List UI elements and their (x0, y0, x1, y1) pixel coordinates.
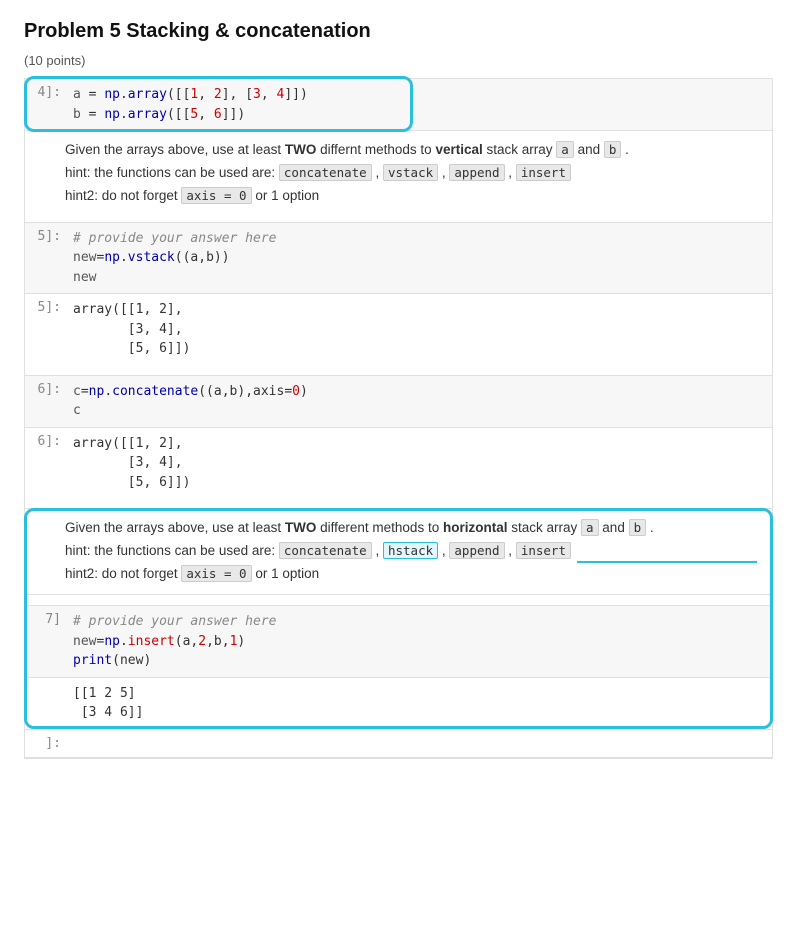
cell7-comment: # provide your answer here (73, 612, 764, 632)
text-block-2-wrapper: Given the arrays above, use at least TWO… (24, 508, 773, 728)
cell5a-line3: new (73, 268, 764, 288)
cell5b-output-text: array([[1, 2], [3, 4], [5, 6]]) (73, 300, 764, 359)
cell5a-comment: # provide your answer here (73, 229, 764, 249)
text1-line1: Given the arrays above, use at least TWO… (65, 139, 772, 162)
last-border (24, 758, 773, 759)
cell7-input: 7] # provide your answer here new=np.ins… (24, 605, 773, 677)
page-container: Problem 5 Stacking & concatenation (10 p… (24, 20, 773, 759)
text-block-2: Given the arrays above, use at least TWO… (24, 508, 773, 595)
cell5b-label: 5]: (25, 294, 65, 365)
cell5a-label: 5]: (25, 223, 65, 294)
gap1 (24, 212, 773, 222)
text2-line1: Given the arrays above, use at least TWO… (65, 517, 764, 540)
cell4-line1: a = np.array([[1, 2], [3, 4]]) (73, 85, 764, 105)
text-block-1: Given the arrays above, use at least TWO… (24, 130, 773, 212)
cell7-line2: new=np.insert(a,2,b,1) (73, 632, 764, 652)
cell4-label: 4]: (25, 79, 65, 130)
text2-hint1: hint: the functions can be used are: con… (65, 540, 764, 563)
cell7-output-label (25, 678, 65, 729)
cell6b-content: array([[1, 2], [3, 4], [5, 6]]) (65, 428, 772, 499)
cell4-input: 4]: a = np.array([[1, 2], [3, 4]]) b = n… (24, 78, 773, 130)
cell5b-content: array([[1, 2], [3, 4], [5, 6]]) (65, 294, 772, 365)
cell7-content: # provide your answer here new=np.insert… (65, 606, 772, 677)
cell8-label: ]: (25, 730, 65, 757)
gap4 (24, 595, 773, 605)
cell6b-output-text: array([[1, 2], [3, 4], [5, 6]]) (73, 434, 764, 493)
text1-hint2: hint2: do not forget axis = 0 or 1 optio… (65, 185, 772, 208)
cell4-line2: b = np.array([[5, 6]]) (73, 105, 764, 125)
cell7-output: [[1 2 5] [3 4 6]] (24, 677, 773, 729)
cell7-label: 7] (25, 606, 65, 677)
cell5a-input: 5]: # provide your answer here new=np.vs… (24, 222, 773, 294)
gap3 (24, 498, 773, 508)
cell6b-output: 6]: array([[1, 2], [3, 4], [5, 6]]) (24, 427, 773, 499)
text2-hint2: hint2: do not forget axis = 0 or 1 optio… (65, 563, 764, 586)
gap2 (24, 365, 773, 375)
cell6b-label: 6]: (25, 428, 65, 499)
cell7-output-content: [[1 2 5] [3 4 6]] (65, 678, 772, 729)
cell5b-output: 5]: array([[1, 2], [3, 4], [5, 6]]) (24, 293, 773, 365)
cell7-line3: print(new) (73, 651, 764, 671)
cell5a-content: # provide your answer here new=np.vstack… (65, 223, 772, 294)
cell6a-label: 6]: (25, 376, 65, 427)
cell6a-line1: c=np.concatenate((a,b),axis=0) (73, 382, 764, 402)
cell4-content: a = np.array([[1, 2], [3, 4]]) b = np.ar… (65, 79, 772, 130)
text1-hint1: hint: the functions can be used are: con… (65, 162, 772, 185)
points-label: (10 points) (24, 53, 773, 68)
cell6a-input: 6]: c=np.concatenate((a,b),axis=0) c (24, 375, 773, 427)
cell8-content (65, 730, 772, 757)
cell8-input: ]: (24, 729, 773, 758)
cell6a-line2: c (73, 401, 764, 421)
page-title: Problem 5 Stacking & concatenation (24, 20, 773, 43)
cell6a-content: c=np.concatenate((a,b),axis=0) c (65, 376, 772, 427)
cell7-output-text: [[1 2 5] [3 4 6]] (73, 684, 764, 723)
cell5a-line2: new=np.vstack((a,b)) (73, 248, 764, 268)
cell4-wrapper: 4]: a = np.array([[1, 2], [3, 4]]) b = n… (24, 78, 773, 130)
